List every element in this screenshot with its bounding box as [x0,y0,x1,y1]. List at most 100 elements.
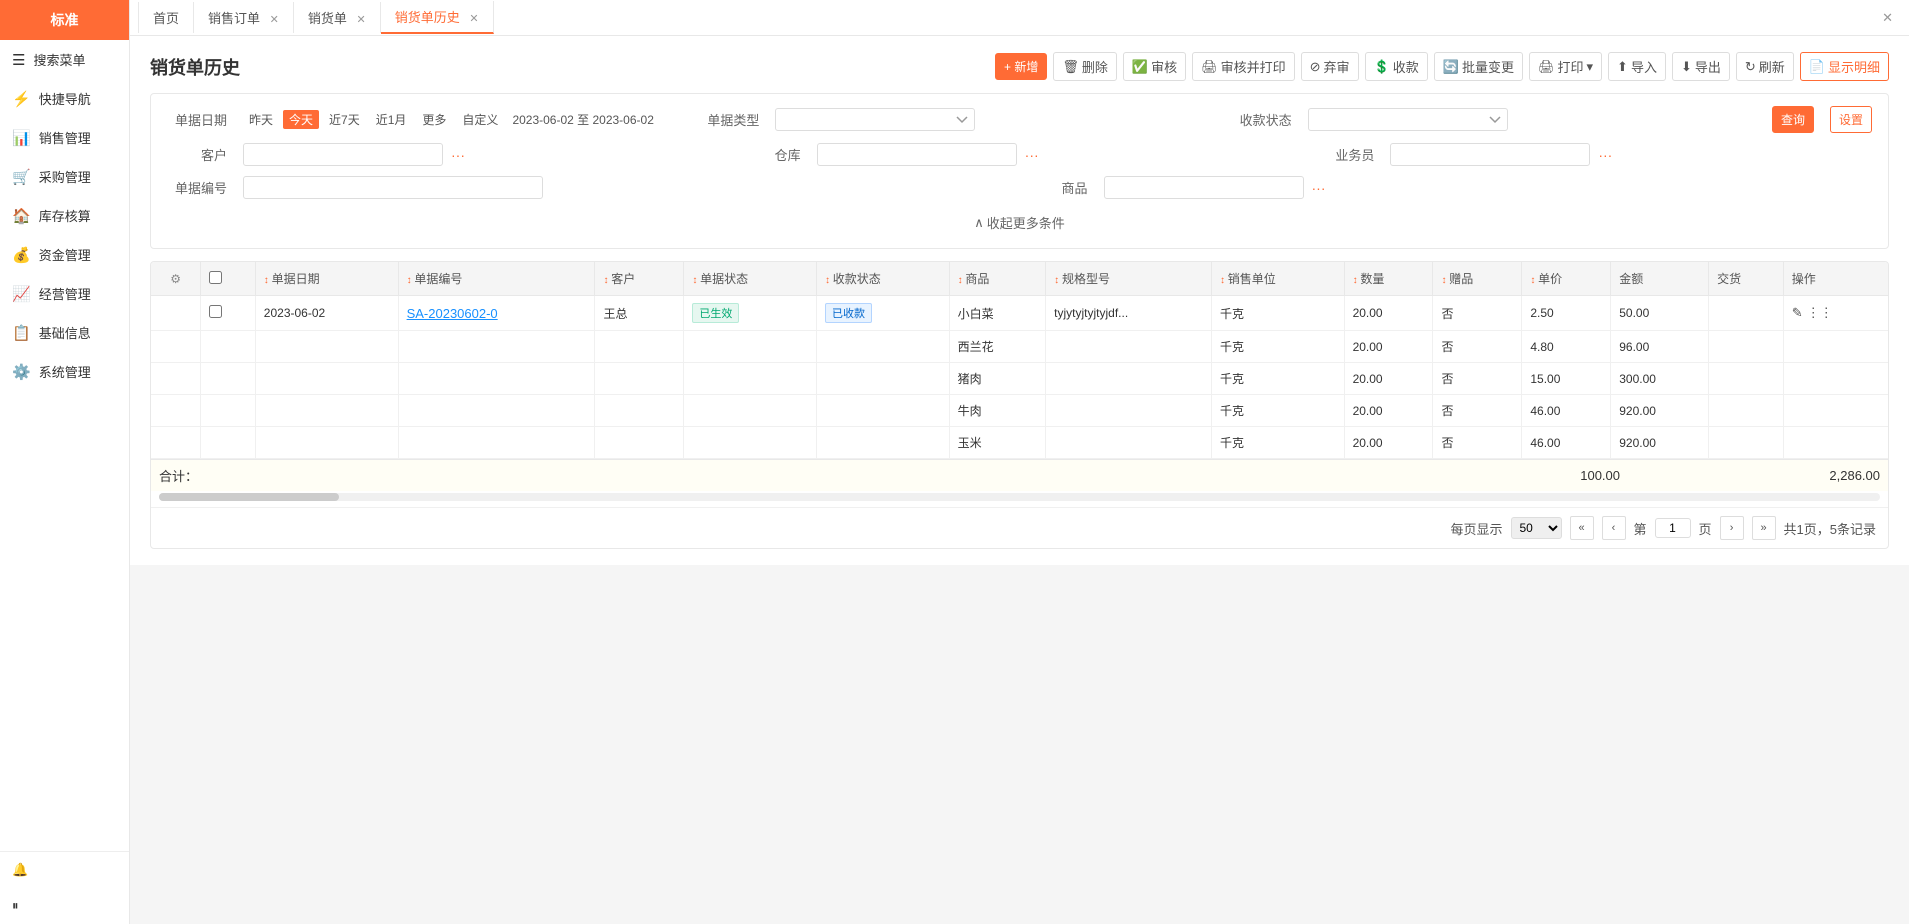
more-icon[interactable]: ⋮⋮ [1807,305,1833,321]
export-button[interactable]: ⬇ 导出 [1672,52,1730,81]
pay-status-badge: 已收款 [825,303,872,323]
tab-close-all-btn[interactable]: ✕ [1874,6,1901,30]
shortcut-yesterday[interactable]: 昨天 [243,110,279,129]
batch-change-button[interactable]: 🔄 批量变更 [1434,52,1523,81]
col-date[interactable]: 单据日期 [255,262,398,296]
select-all-checkbox[interactable] [209,271,222,284]
col-pay-status[interactable]: 收款状态 [816,262,949,296]
row-spec [1046,331,1212,363]
row-goods: 玉米 [949,427,1046,459]
table-row: 玉米 千克 20.00 否 46.00 920.00 [151,427,1888,459]
col-settings[interactable]: ⚙ [151,262,201,296]
shortcut-more[interactable]: 更多 [416,110,452,129]
horizontal-scrollbar-thumb[interactable] [159,493,339,501]
new-button[interactable]: + 新增 [995,53,1047,80]
print-button[interactable]: 🖨 打印 ▾ [1529,52,1602,81]
query-button[interactable]: 查询 [1772,106,1814,133]
sidebar-notification[interactable]: 🔔 [0,852,129,888]
customer-dots-btn[interactable]: ··· [447,147,469,163]
last-page-btn[interactable]: » [1752,516,1776,540]
row-unit: 千克 [1211,427,1344,459]
doc-num-link[interactable]: SA-20230602-0 [407,306,498,321]
tab-sales-order-close[interactable]: ✕ [270,14,279,26]
row-status [684,331,817,363]
row-pay-status [816,427,949,459]
shortcut-7days[interactable]: 近7天 [323,110,366,129]
staff-dots-btn[interactable]: ··· [1594,147,1616,163]
next-page-btn[interactable]: › [1720,516,1744,540]
tab-sales-order[interactable]: 销售订单 ✕ [194,2,294,33]
sidebar-pause[interactable]: ⏸ [0,888,129,924]
customer-input[interactable] [243,143,443,166]
audit-print-button[interactable]: 🖨 审核并打印 [1192,52,1295,81]
sidebar-item-sales-mgmt[interactable]: 📊 销售管理 [0,118,129,157]
doc-num-input[interactable] [243,176,543,199]
doc-type-select[interactable] [775,108,975,131]
tab-sales-history[interactable]: 销货单历史 ✕ [381,1,494,34]
prev-page-btn[interactable]: ‹ [1602,516,1626,540]
import-button[interactable]: ⬆ 导入 [1608,52,1666,81]
row-date: 2023-06-02 [255,296,398,331]
audit-button[interactable]: ✅ 审核 [1123,52,1186,81]
sidebar-item-label: 快捷导航 [39,89,91,108]
shortcut-1month[interactable]: 近1月 [370,110,413,129]
col-gift[interactable]: 赠品 [1433,262,1522,296]
row-goods: 猪肉 [949,363,1046,395]
first-page-btn[interactable]: « [1570,516,1594,540]
row-spec [1046,427,1212,459]
sidebar-item-finance[interactable]: 💰 资金管理 [0,235,129,274]
col-qty[interactable]: 数量 [1344,262,1433,296]
row-action: ✎⋮⋮ [1783,296,1888,331]
col-unit[interactable]: 销售单位 [1211,262,1344,296]
sidebar-item-operations[interactable]: 📈 经营管理 [0,274,129,313]
settings-button[interactable]: 设置 [1830,106,1872,133]
goods-input[interactable] [1104,176,1304,199]
sidebar-item-inventory[interactable]: 🏠 库存核算 [0,196,129,235]
col-spec[interactable]: 规格型号 [1046,262,1212,296]
row-gift: 否 [1433,296,1522,331]
sidebar-item-quick-nav[interactable]: ⚡ 快捷导航 [0,79,129,118]
row-price: 46.00 [1522,395,1611,427]
refresh-button[interactable]: ↻ 刷新 [1736,52,1794,81]
collect-button[interactable]: 💲 收款 [1365,52,1428,81]
delete-button[interactable]: 🗑 删除 [1053,52,1117,81]
sidebar-item-label: 库存核算 [39,206,91,225]
col-status[interactable]: 单据状态 [684,262,817,296]
staff-input[interactable] [1390,143,1590,166]
row-num [398,363,595,395]
tab-sales-history-close[interactable]: ✕ [469,13,478,25]
warehouse-dots-btn[interactable]: ··· [1021,147,1043,163]
col-goods[interactable]: 商品 [949,262,1046,296]
tab-sales-goods-close[interactable]: ✕ [357,14,366,26]
row-price: 4.80 [1522,331,1611,363]
shortcut-custom[interactable]: 自定义 [456,110,504,129]
row-customer [595,331,684,363]
table-row: 西兰花 千克 20.00 否 4.80 96.00 [151,331,1888,363]
sidebar-item-search-menu[interactable]: ☰ 搜索菜单 [0,40,129,79]
show-detail-button[interactable]: 📄 显示明细 [1800,52,1889,81]
page-input[interactable] [1655,518,1691,538]
shortcut-today[interactable]: 今天 [283,110,319,129]
page-size-label: 每页显示 [1450,519,1502,538]
sidebar-item-sys-mgmt[interactable]: ⚙️ 系统管理 [0,352,129,391]
sidebar-item-basic-info[interactable]: 📋 基础信息 [0,313,129,352]
page-size-select[interactable]: 10 20 50 100 [1511,517,1562,539]
horizontal-scrollbar-track[interactable] [159,493,1880,501]
col-num[interactable]: 单据编号 [398,262,595,296]
row-pay-status [816,331,949,363]
tab-sales-goods[interactable]: 销货单 ✕ [294,2,381,33]
edit-icon[interactable]: ✎ [1792,305,1803,321]
col-price[interactable]: 单价 [1522,262,1611,296]
sidebar-item-purchase-mgmt[interactable]: 🛒 采购管理 [0,157,129,196]
warehouse-input[interactable] [817,143,1017,166]
abandon-button[interactable]: ⊘ 弃审 [1301,52,1359,81]
collapse-btn[interactable]: ∧ 收起更多条件 [970,209,1069,236]
col-customer[interactable]: 客户 [595,262,684,296]
row-settings-cell [151,363,201,395]
payment-status-select[interactable] [1308,108,1508,131]
row-checkbox[interactable] [209,305,222,318]
row-settings-cell [151,395,201,427]
goods-dots-btn[interactable]: ··· [1308,180,1330,196]
sales-mgmt-icon: 📊 [12,129,31,147]
tab-home[interactable]: 首页 [138,2,194,33]
